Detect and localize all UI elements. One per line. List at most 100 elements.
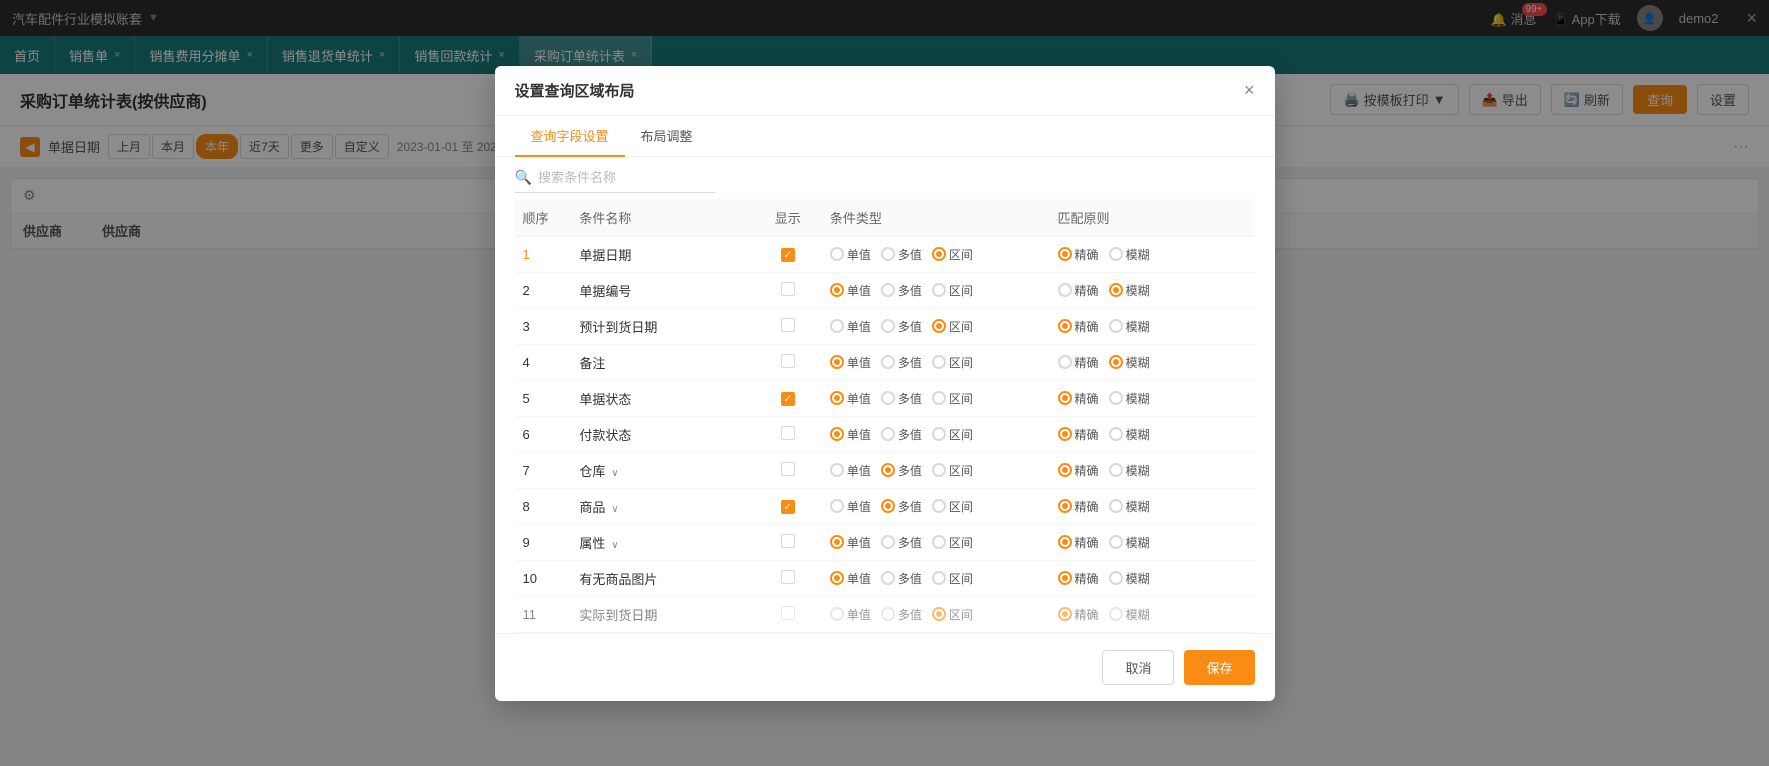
type-radio-item[interactable]: 区间 [932, 534, 973, 551]
radio-circle [1109, 571, 1123, 585]
type-radio-item[interactable]: 多值 [881, 570, 922, 587]
radio-circle [932, 319, 946, 333]
type-radio-item[interactable]: 单值 [830, 426, 871, 443]
table-row: 8商品 ∨✓单值多值区间精确模糊 [515, 488, 1255, 524]
type-radio-item[interactable]: 区间 [932, 462, 973, 479]
row-condition-name: 备注 [579, 356, 605, 371]
row-condition-name: 有无商品图片 [579, 572, 657, 587]
match-radio-item[interactable]: 精确 [1058, 534, 1099, 551]
match-radio-group: 精确模糊 [1058, 498, 1247, 515]
type-radio-group: 单值多值区间 [830, 462, 1042, 479]
match-radio-item[interactable]: 模糊 [1109, 390, 1150, 407]
match-radio-item[interactable]: 模糊 [1109, 462, 1150, 479]
type-radio-item[interactable]: 单值 [830, 498, 871, 515]
match-radio-item[interactable]: 精确 [1058, 318, 1099, 335]
display-checkbox[interactable]: ✓ [781, 248, 795, 262]
type-radio-item[interactable]: 区间 [932, 570, 973, 587]
radio-circle [830, 535, 844, 549]
type-radio-item[interactable]: 单值 [830, 462, 871, 479]
modal-tab-layout[interactable]: 布局调整 [625, 116, 709, 157]
match-radio-item[interactable]: 精确 [1058, 354, 1099, 371]
type-radio-item[interactable]: 单值 [830, 534, 871, 551]
type-radio-item[interactable]: 单值 [830, 318, 871, 335]
match-radio-item[interactable]: 精确 [1058, 390, 1099, 407]
type-radio-item[interactable]: 多值 [881, 534, 922, 551]
type-radio-item[interactable]: 区间 [932, 282, 973, 299]
type-radio-item[interactable]: 单值 [830, 354, 871, 371]
type-radio-item[interactable]: 单值 [830, 246, 871, 263]
type-radio-item[interactable]: 区间 [932, 426, 973, 443]
display-checkbox[interactable] [781, 282, 795, 296]
display-checkbox[interactable] [781, 426, 795, 440]
type-radio-group: 单值多值区间 [830, 246, 1042, 263]
match-radio-item[interactable]: 模糊 [1109, 606, 1150, 623]
row-order-num: 6 [523, 427, 530, 442]
type-radio-item[interactable]: 多值 [881, 498, 922, 515]
type-radio-item[interactable]: 区间 [932, 498, 973, 515]
radio-circle [1109, 463, 1123, 477]
match-radio-group: 精确模糊 [1058, 390, 1247, 407]
match-radio-item[interactable]: 精确 [1058, 426, 1099, 443]
type-radio-item[interactable]: 多值 [881, 606, 922, 623]
radio-circle [1109, 499, 1123, 513]
display-checkbox[interactable] [781, 318, 795, 332]
display-checkbox[interactable] [781, 462, 795, 476]
cancel-btn[interactable]: 取消 [1102, 650, 1174, 685]
match-radio-item[interactable]: 精确 [1058, 570, 1099, 587]
display-checkbox[interactable] [781, 606, 795, 620]
radio-circle [1058, 247, 1072, 261]
modal-tab-query-fields[interactable]: 查询字段设置 [515, 116, 625, 157]
dropdown-arrow-icon[interactable]: ∨ [608, 504, 618, 515]
match-radio-group: 精确模糊 [1058, 534, 1247, 551]
type-radio-item[interactable]: 多值 [881, 426, 922, 443]
dropdown-arrow-icon[interactable]: ∨ [608, 540, 618, 551]
type-radio-item[interactable]: 单值 [830, 570, 871, 587]
radio-circle [830, 607, 844, 621]
match-radio-item[interactable]: 精确 [1058, 462, 1099, 479]
match-radio-item[interactable]: 模糊 [1109, 570, 1150, 587]
search-input[interactable] [538, 170, 698, 185]
modal-close-btn[interactable]: × [1244, 80, 1255, 101]
match-radio-item[interactable]: 模糊 [1109, 426, 1150, 443]
display-checkbox[interactable]: ✓ [781, 500, 795, 514]
radio-circle [1109, 283, 1123, 297]
match-radio-item[interactable]: 精确 [1058, 246, 1099, 263]
type-radio-item[interactable]: 单值 [830, 390, 871, 407]
match-radio-item[interactable]: 模糊 [1109, 246, 1150, 263]
type-radio-item[interactable]: 区间 [932, 246, 973, 263]
match-radio-item[interactable]: 精确 [1058, 498, 1099, 515]
display-checkbox[interactable]: ✓ [781, 392, 795, 406]
match-radio-item[interactable]: 模糊 [1109, 282, 1150, 299]
save-btn[interactable]: 保存 [1184, 650, 1254, 685]
radio-circle [881, 463, 895, 477]
type-radio-item[interactable]: 区间 [932, 318, 973, 335]
match-radio-item[interactable]: 精确 [1058, 282, 1099, 299]
type-radio-item[interactable]: 多值 [881, 246, 922, 263]
type-radio-item[interactable]: 区间 [932, 354, 973, 371]
match-radio-item[interactable]: 模糊 [1109, 498, 1150, 515]
table-row: 5单据状态✓单值多值区间精确模糊 [515, 380, 1255, 416]
type-radio-item[interactable]: 多值 [881, 390, 922, 407]
match-radio-item[interactable]: 模糊 [1109, 318, 1150, 335]
type-radio-item[interactable]: 多值 [881, 354, 922, 371]
type-radio-item[interactable]: 区间 [932, 606, 973, 623]
match-radio-item[interactable]: 模糊 [1109, 354, 1150, 371]
display-checkbox[interactable] [781, 570, 795, 584]
match-radio-item[interactable]: 模糊 [1109, 534, 1150, 551]
match-radio-group: 精确模糊 [1058, 462, 1247, 479]
dropdown-arrow-icon[interactable]: ∨ [608, 468, 618, 479]
type-radio-item[interactable]: 单值 [830, 282, 871, 299]
row-condition-name: 实际到货日期 [579, 608, 657, 623]
row-order-num: 11 [523, 607, 537, 622]
display-checkbox[interactable] [781, 534, 795, 548]
search-box: 🔍 [515, 169, 715, 193]
type-radio-item[interactable]: 多值 [881, 318, 922, 335]
radio-circle [932, 571, 946, 585]
type-radio-item[interactable]: 单值 [830, 606, 871, 623]
type-radio-item[interactable]: 多值 [881, 282, 922, 299]
type-radio-item[interactable]: 多值 [881, 462, 922, 479]
modal-overlay: 设置查询区域布局 × 查询字段设置 布局调整 🔍 顺序 [0, 0, 1769, 766]
match-radio-item[interactable]: 精确 [1058, 606, 1099, 623]
display-checkbox[interactable] [781, 354, 795, 368]
type-radio-item[interactable]: 区间 [932, 390, 973, 407]
